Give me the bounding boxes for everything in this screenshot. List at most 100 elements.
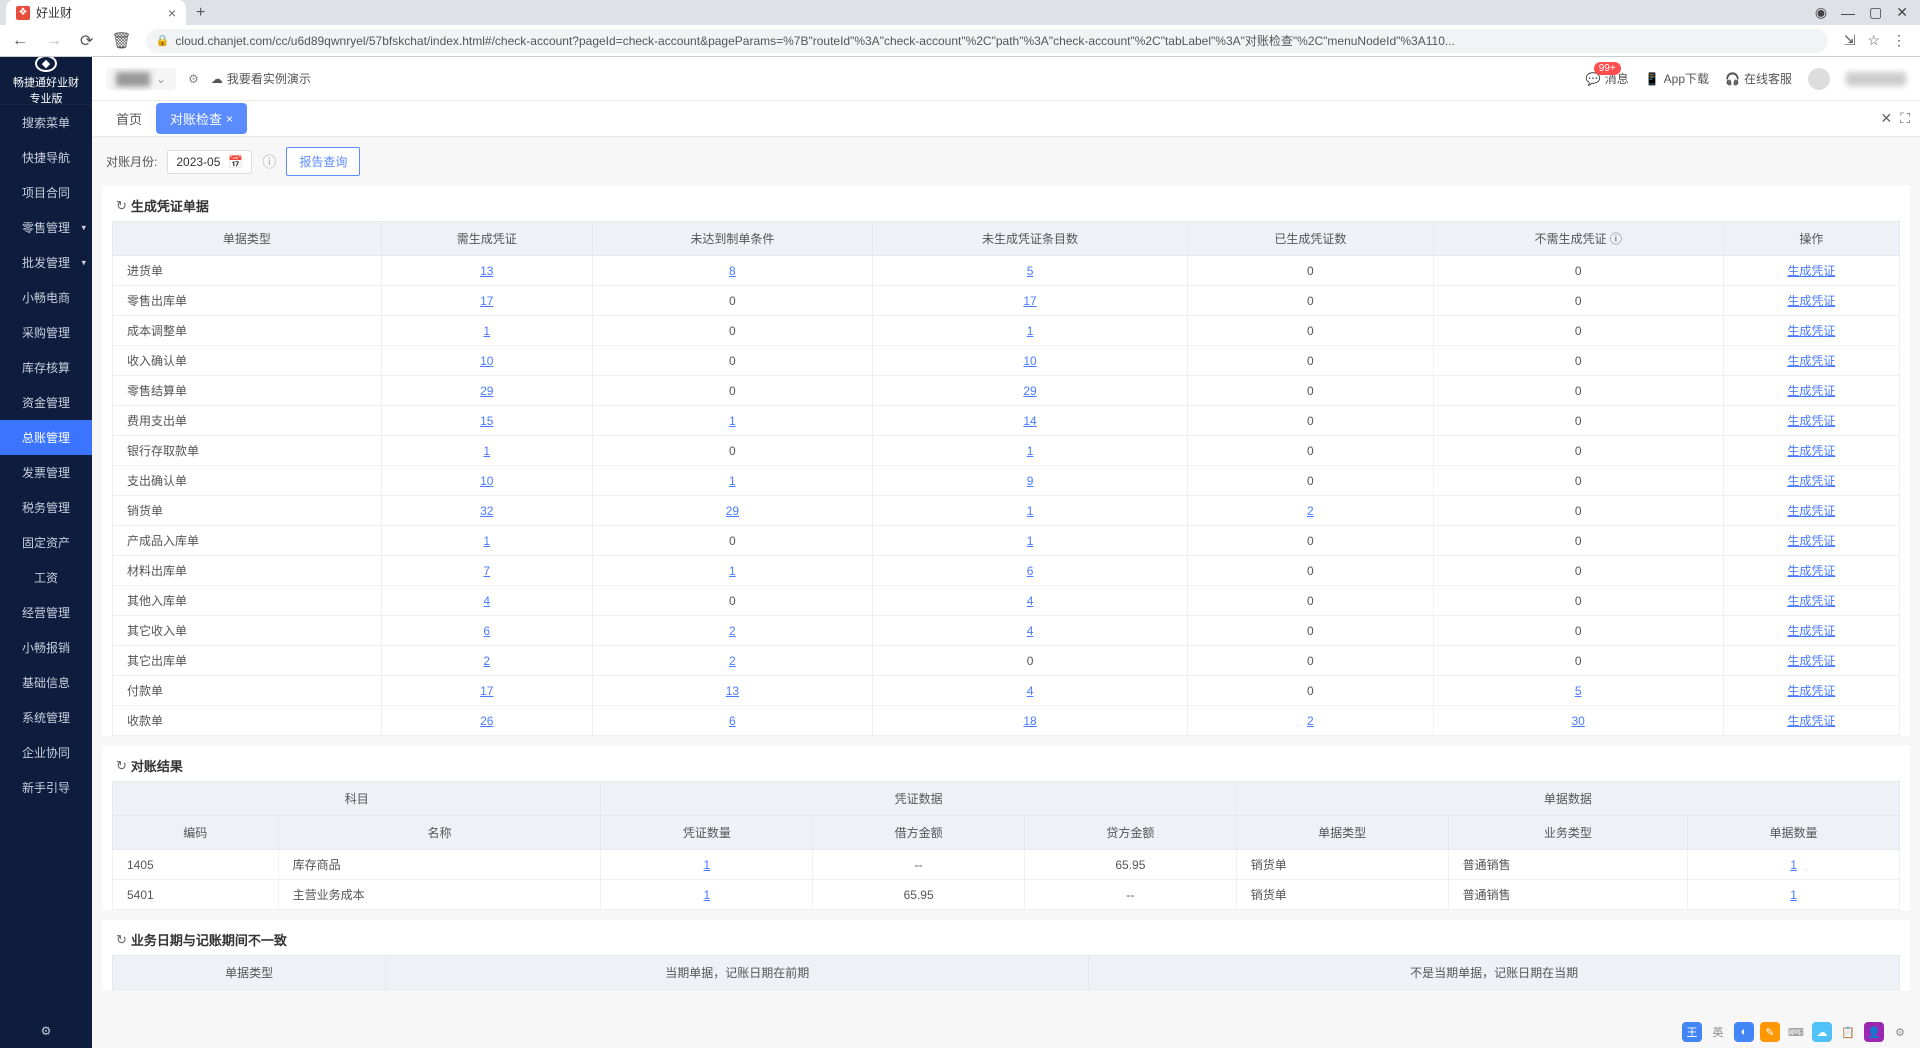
count-link[interactable]: 1 (1027, 504, 1034, 518)
refresh-icon[interactable]: ↻ (116, 932, 127, 948)
messages-button[interactable]: 99+ 💬 消息 (1586, 70, 1629, 87)
generate-voucher-link[interactable]: 生成凭证 (1787, 594, 1835, 608)
count-link[interactable]: 6 (483, 624, 490, 638)
generate-voucher-link[interactable]: 生成凭证 (1787, 624, 1835, 638)
count-link[interactable]: 17 (480, 684, 493, 698)
count-link[interactable]: 1 (703, 888, 710, 902)
count-link[interactable]: 1 (729, 474, 736, 488)
count-link[interactable]: 14 (1023, 414, 1036, 428)
sidebar-item[interactable]: 经营管理 (0, 595, 92, 630)
count-link[interactable]: 4 (1027, 624, 1034, 638)
sidebar-item[interactable]: 小畅报销 (0, 630, 92, 665)
forward-button[interactable]: → (42, 32, 66, 50)
count-link[interactable]: 17 (1023, 294, 1036, 308)
count-link[interactable]: 13 (480, 264, 493, 278)
demo-link[interactable]: ☁ 我要看实例演示 (211, 70, 311, 87)
count-link[interactable]: 9 (1027, 474, 1034, 488)
tab-close-icon[interactable]: × (226, 112, 233, 126)
ime-lang[interactable]: 英 (1708, 1022, 1728, 1042)
sidebar-item[interactable]: 搜索菜单 (0, 105, 92, 140)
count-link[interactable]: 4 (1027, 684, 1034, 698)
sidebar-item[interactable]: 库存核算 (0, 350, 92, 385)
fullscreen-icon[interactable]: ⛶ (1900, 110, 1910, 127)
generate-voucher-link[interactable]: 生成凭证 (1787, 534, 1835, 548)
address-bar[interactable]: 🔒 cloud.chanjet.com/cc/u6d89qwnryel/57bf… (146, 29, 1828, 53)
ime-person-icon[interactable]: 👤 (1864, 1022, 1884, 1042)
count-link[interactable]: 15 (480, 414, 493, 428)
generate-voucher-link[interactable]: 生成凭证 (1787, 294, 1835, 308)
generate-voucher-link[interactable]: 生成凭证 (1787, 264, 1835, 278)
org-selector[interactable]: ████ ⌄ (106, 68, 176, 90)
sidebar-item[interactable]: 小畅电商 (0, 280, 92, 315)
user-avatar[interactable] (1808, 68, 1830, 90)
generate-voucher-link[interactable]: 生成凭证 (1787, 564, 1835, 578)
delete-icon[interactable]: 🗑 (107, 31, 135, 51)
generate-voucher-link[interactable]: 生成凭证 (1787, 474, 1835, 488)
bookmark-icon[interactable]: ☆ (1867, 32, 1880, 49)
count-link[interactable]: 2 (729, 654, 736, 668)
count-link[interactable]: 30 (1571, 714, 1584, 728)
generate-voucher-link[interactable]: 生成凭证 (1787, 384, 1835, 398)
count-link[interactable]: 6 (729, 714, 736, 728)
generate-voucher-link[interactable]: 生成凭证 (1787, 354, 1835, 368)
ime-cloud-icon[interactable]: ☁ (1812, 1022, 1832, 1042)
content-scroll[interactable]: 对账月份: 2023-05 📅 ⓘ 报告查询 ↻ 生成凭证单据 单据类型需生成凭… (92, 137, 1920, 1048)
new-tab-button[interactable]: + (196, 4, 205, 22)
refresh-icon[interactable]: ↻ (116, 758, 127, 774)
sidebar-item[interactable]: 固定资产 (0, 525, 92, 560)
count-link[interactable]: 1 (483, 534, 490, 548)
close-window-icon[interactable]: ✕ (1896, 4, 1908, 21)
ime-settings-icon[interactable]: ⚙ (1890, 1022, 1910, 1042)
ime-keyboard-icon[interactable]: ⌨ (1786, 1022, 1806, 1042)
settings-gear-icon[interactable]: ⚙ (0, 1014, 92, 1048)
count-link[interactable]: 4 (483, 594, 490, 608)
back-button[interactable]: ← (8, 32, 32, 50)
sidebar-item[interactable]: 新手引导 (0, 770, 92, 805)
close-all-tabs-icon[interactable]: ✕ (1880, 110, 1892, 127)
generate-voucher-link[interactable]: 生成凭证 (1787, 714, 1835, 728)
count-link[interactable]: 6 (1027, 564, 1034, 578)
browser-more-icon[interactable]: ⋮ (1892, 32, 1906, 49)
count-link[interactable]: 1 (703, 858, 710, 872)
sidebar-item[interactable]: 采购管理 (0, 315, 92, 350)
count-link[interactable]: 1 (1027, 534, 1034, 548)
count-link[interactable]: 2 (1307, 504, 1314, 518)
count-link[interactable]: 29 (480, 384, 493, 398)
count-link[interactable]: 1 (729, 414, 736, 428)
maximize-icon[interactable]: ▢ (1869, 4, 1882, 21)
generate-voucher-link[interactable]: 生成凭证 (1787, 654, 1835, 668)
count-link[interactable]: 1 (1790, 858, 1797, 872)
count-link[interactable]: 17 (480, 294, 493, 308)
help-icon[interactable]: ⓘ (262, 152, 276, 172)
sidebar-item[interactable]: 税务管理 (0, 490, 92, 525)
count-link[interactable]: 4 (1027, 594, 1034, 608)
count-link[interactable]: 1 (483, 324, 490, 338)
count-link[interactable]: 10 (480, 474, 493, 488)
refresh-icon[interactable]: ↻ (116, 198, 127, 214)
count-link[interactable]: 10 (1023, 354, 1036, 368)
sidebar-item[interactable]: 工资 (0, 560, 92, 595)
query-report-button[interactable]: 报告查询 (286, 147, 360, 176)
sidebar-item[interactable]: 企业协同 (0, 735, 92, 770)
count-link[interactable]: 1 (483, 444, 490, 458)
count-link[interactable]: 5 (1027, 264, 1034, 278)
count-link[interactable]: 1 (1027, 444, 1034, 458)
count-link[interactable]: 29 (726, 504, 739, 518)
count-link[interactable]: 2 (483, 654, 490, 668)
sidebar-item[interactable]: 批发管理▾ (0, 245, 92, 280)
sidebar-item[interactable]: 基础信息 (0, 665, 92, 700)
page-tab[interactable]: 首页 (102, 103, 156, 134)
generate-voucher-link[interactable]: 生成凭证 (1787, 444, 1835, 458)
app-download-button[interactable]: 📱 App下载 (1645, 70, 1709, 87)
ime-edit-icon[interactable]: ✎ (1760, 1022, 1780, 1042)
ime-icon[interactable]: 王 (1682, 1022, 1702, 1042)
count-link[interactable]: 2 (1307, 714, 1314, 728)
count-link[interactable]: 1 (1790, 888, 1797, 902)
sidebar-item[interactable]: 快捷导航 (0, 140, 92, 175)
sidebar-item[interactable]: 资金管理 (0, 385, 92, 420)
sidebar-item[interactable]: 发票管理 (0, 455, 92, 490)
count-link[interactable]: 2 (729, 624, 736, 638)
count-link[interactable]: 26 (480, 714, 493, 728)
browser-tab[interactable]: ❖ 好业财 × (6, 0, 186, 25)
count-link[interactable]: 32 (480, 504, 493, 518)
